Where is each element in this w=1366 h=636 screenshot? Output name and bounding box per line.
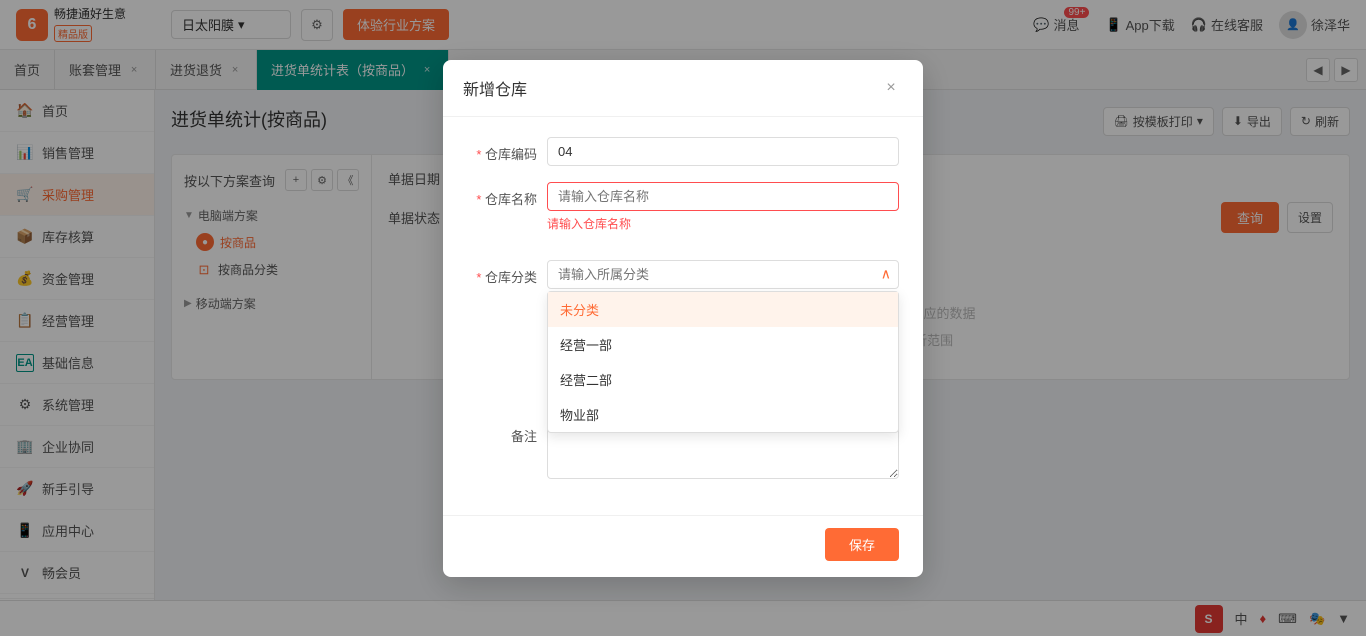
modal-header: 新增仓库 × [443, 60, 923, 117]
category-input[interactable] [547, 260, 899, 289]
modal-overlay[interactable]: 新增仓库 × 仓库编码 仓库名称 请输入仓库名称 仓库分类 [0, 0, 1366, 636]
modal-title: 新增仓库 [463, 76, 527, 100]
name-label: 仓库名称 [467, 182, 547, 208]
modal-body: 仓库编码 仓库名称 请输入仓库名称 仓库分类 ∧ 未分类 [443, 117, 923, 515]
dropdown-item-dept2[interactable]: 经营二部 [548, 362, 898, 397]
modal-add-warehouse: 新增仓库 × 仓库编码 仓库名称 请输入仓库名称 仓库分类 [443, 60, 923, 577]
form-row-code: 仓库编码 [467, 137, 899, 166]
form-row-name: 仓库名称 请输入仓库名称 [467, 182, 899, 232]
dropdown-item-property[interactable]: 物业部 [548, 397, 898, 432]
code-label: 仓库编码 [467, 137, 547, 163]
name-error-message: 请输入仓库名称 [547, 215, 899, 232]
dropdown-item-uncategorized[interactable]: 未分类 [548, 292, 898, 327]
category-dropdown: 未分类 经营一部 经营二部 物业部 [547, 291, 899, 433]
dropdown-item-dept1[interactable]: 经营一部 [548, 327, 898, 362]
modal-footer: 保存 [443, 515, 923, 577]
name-input[interactable] [547, 182, 899, 211]
category-select-wrapper: ∧ 未分类 经营一部 经营二部 物业部 [547, 260, 899, 289]
form-row-category: 仓库分类 ∧ 未分类 经营一部 经营二部 物业部 [467, 260, 899, 289]
category-label: 仓库分类 [467, 260, 547, 286]
notes-label: 备注 [467, 419, 547, 445]
save-button[interactable]: 保存 [825, 528, 899, 561]
code-input[interactable] [547, 137, 899, 166]
modal-close-button[interactable]: × [879, 76, 903, 100]
